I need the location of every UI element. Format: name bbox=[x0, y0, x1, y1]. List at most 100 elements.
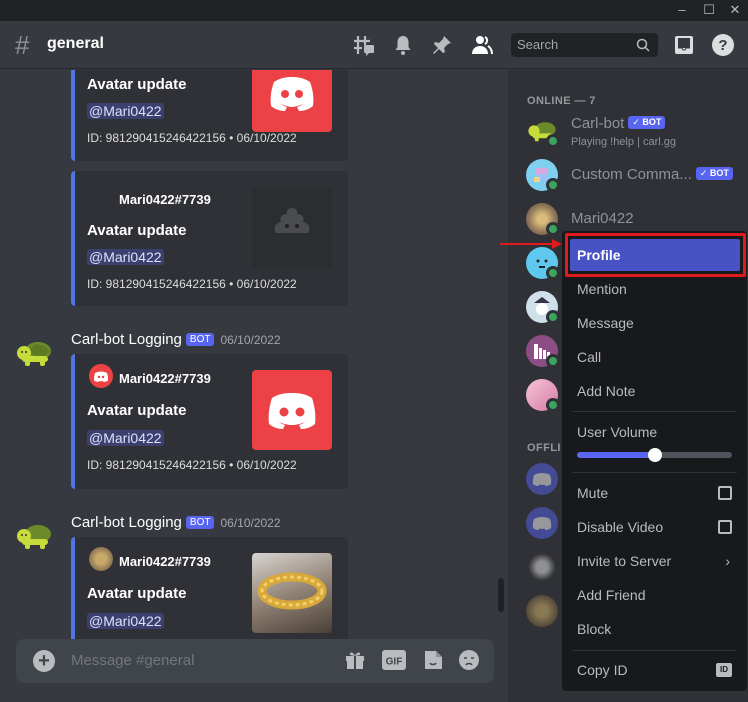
avatar bbox=[526, 551, 558, 583]
members-icon[interactable] bbox=[470, 33, 494, 57]
embed: Mari0422#7739 Avatar update @Mari0422 ID… bbox=[71, 354, 348, 489]
annotation-arrow-head bbox=[552, 239, 562, 249]
online-status-icon bbox=[546, 354, 560, 368]
threads-icon[interactable] bbox=[352, 33, 376, 57]
user-context-menu: Profile Mention Message Call Add Note Us… bbox=[562, 231, 747, 691]
message-header: Carl-bot Logging BOT 06/10/2022 bbox=[71, 514, 281, 531]
member-item[interactable]: Carl-bot ✓ BOT Playing !help | carl.gg bbox=[526, 110, 746, 152]
online-status-icon bbox=[546, 398, 560, 412]
id-badge-icon: ID bbox=[716, 663, 732, 677]
svg-text:?: ? bbox=[718, 37, 727, 54]
menu-item-copy-id[interactable]: Copy ID ID bbox=[570, 654, 740, 686]
embed: Avatar update @Mari0422 ID: 981290415246… bbox=[71, 70, 348, 161]
avatar bbox=[526, 507, 558, 539]
pin-icon[interactable] bbox=[430, 33, 454, 57]
scrollbar-thumb[interactable] bbox=[498, 578, 504, 612]
menu-item-add-note[interactable]: Add Note bbox=[570, 375, 740, 407]
embed-title: Avatar update bbox=[87, 222, 187, 239]
bot-tag: BOT bbox=[185, 333, 215, 346]
embed: Mari0422#7739 Avatar update @Mari0422 bbox=[71, 537, 348, 647]
menu-item-call[interactable]: Call bbox=[570, 341, 740, 373]
menu-item-add-friend[interactable]: Add Friend bbox=[570, 579, 740, 611]
svg-text:GIF: GIF bbox=[386, 657, 403, 668]
chevron-right-icon: › bbox=[725, 553, 730, 569]
embed-footer: ID: 981290415246422156 • 06/10/2022 bbox=[87, 277, 297, 291]
user-mention[interactable]: @Mari0422 bbox=[87, 103, 164, 119]
menu-item-profile[interactable]: Profile bbox=[570, 239, 740, 271]
inbox-icon[interactable] bbox=[672, 33, 696, 57]
online-status-icon bbox=[546, 222, 560, 236]
menu-item-block[interactable]: Block bbox=[570, 613, 740, 645]
embed-title: Avatar update bbox=[87, 76, 187, 93]
emoji-icon[interactable] bbox=[458, 649, 480, 676]
user-volume-slider[interactable] bbox=[577, 448, 732, 462]
gif-icon[interactable]: GIF bbox=[382, 650, 406, 675]
embed-author[interactable]: Mari0422#7739 bbox=[119, 371, 211, 386]
embed-title: Avatar update bbox=[87, 585, 187, 602]
online-status-icon bbox=[546, 266, 560, 280]
menu-divider bbox=[572, 411, 737, 412]
message-list: Avatar update @Mari0422 ID: 981290415246… bbox=[0, 70, 508, 702]
menu-item-mute[interactable]: Mute bbox=[570, 477, 740, 509]
message-author[interactable]: Carl-bot Logging bbox=[71, 514, 182, 531]
search-placeholder: Search bbox=[517, 37, 559, 52]
menu-item-mention[interactable]: Mention bbox=[570, 273, 740, 305]
sticker-icon[interactable] bbox=[422, 649, 444, 676]
disable-video-checkbox[interactable] bbox=[718, 520, 732, 534]
embed-thumbnail[interactable] bbox=[252, 70, 332, 132]
user-mention[interactable]: @Mari0422 bbox=[87, 613, 164, 629]
offline-group-label: OFFLI bbox=[527, 442, 561, 454]
search-icon bbox=[636, 38, 650, 57]
online-status-icon bbox=[546, 134, 560, 148]
message-input-placeholder: Message #general bbox=[71, 652, 195, 669]
message-timestamp: 06/10/2022 bbox=[220, 516, 281, 530]
message-composer[interactable]: + Message #general GIF bbox=[16, 639, 494, 683]
volume-slider-fill bbox=[577, 452, 655, 458]
embed: Mari0422#7739 Avatar update @Mari0422 ID… bbox=[71, 171, 348, 306]
embed-thumbnail[interactable] bbox=[252, 370, 332, 450]
embed-thumbnail[interactable] bbox=[252, 188, 332, 268]
maximize-button[interactable]: ☐ bbox=[700, 2, 718, 18]
member-item[interactable]: Custom Comma... ✓ BOT bbox=[526, 154, 746, 196]
embed-title: Avatar update bbox=[87, 402, 187, 419]
menu-divider bbox=[572, 472, 737, 473]
volume-slider-handle[interactable] bbox=[647, 448, 662, 462]
gift-icon[interactable] bbox=[344, 649, 366, 676]
message-header: Carl-bot Logging BOT 06/10/2022 bbox=[71, 331, 281, 348]
channel-name: general bbox=[47, 35, 104, 52]
minimize-button[interactable]: – bbox=[673, 2, 691, 18]
menu-item-message[interactable]: Message bbox=[570, 307, 740, 339]
member-name: Carl-bot ✓ BOT bbox=[571, 115, 666, 132]
user-volume-label: User Volume bbox=[577, 424, 658, 440]
menu-item-label: Invite to Server bbox=[577, 553, 672, 569]
avatar[interactable] bbox=[14, 333, 54, 373]
avatar[interactable] bbox=[14, 516, 54, 556]
user-mention[interactable]: @Mari0422 bbox=[87, 430, 164, 446]
embed-author[interactable]: Mari0422#7739 bbox=[119, 554, 211, 569]
close-button[interactable]: ✕ bbox=[726, 2, 744, 18]
online-status-icon bbox=[546, 178, 560, 192]
mute-checkbox[interactable] bbox=[718, 486, 732, 500]
embed-author[interactable]: Mari0422#7739 bbox=[119, 192, 211, 207]
embed-footer: ID: 981290415246422156 • 06/10/2022 bbox=[87, 131, 297, 145]
user-mention[interactable]: @Mari0422 bbox=[87, 249, 164, 265]
verified-bot-tag: ✓ BOT bbox=[695, 167, 733, 180]
upload-plus-icon[interactable]: + bbox=[33, 650, 55, 672]
menu-item-invite-to-server[interactable]: Invite to Server › bbox=[570, 545, 740, 577]
embed-footer: ID: 981290415246422156 • 06/10/2022 bbox=[87, 458, 297, 472]
member-name: Mari0422 bbox=[571, 210, 634, 227]
verified-bot-tag: ✓ BOT bbox=[628, 116, 666, 129]
channel-hash-icon: # bbox=[15, 30, 30, 60]
member-activity: Playing !help | carl.gg bbox=[571, 136, 676, 148]
menu-item-label: Disable Video bbox=[577, 519, 664, 535]
online-status-icon bbox=[546, 310, 560, 324]
help-icon[interactable]: ? bbox=[711, 33, 735, 57]
search-input[interactable]: Search bbox=[511, 33, 658, 57]
window-titlebar: – ☐ ✕ bbox=[0, 0, 748, 21]
avatar bbox=[526, 595, 558, 627]
bell-icon[interactable] bbox=[391, 33, 415, 57]
avatar bbox=[526, 463, 558, 495]
embed-thumbnail[interactable] bbox=[252, 553, 332, 633]
message-author[interactable]: Carl-bot Logging bbox=[71, 331, 182, 348]
menu-item-disable-video[interactable]: Disable Video bbox=[570, 511, 740, 543]
